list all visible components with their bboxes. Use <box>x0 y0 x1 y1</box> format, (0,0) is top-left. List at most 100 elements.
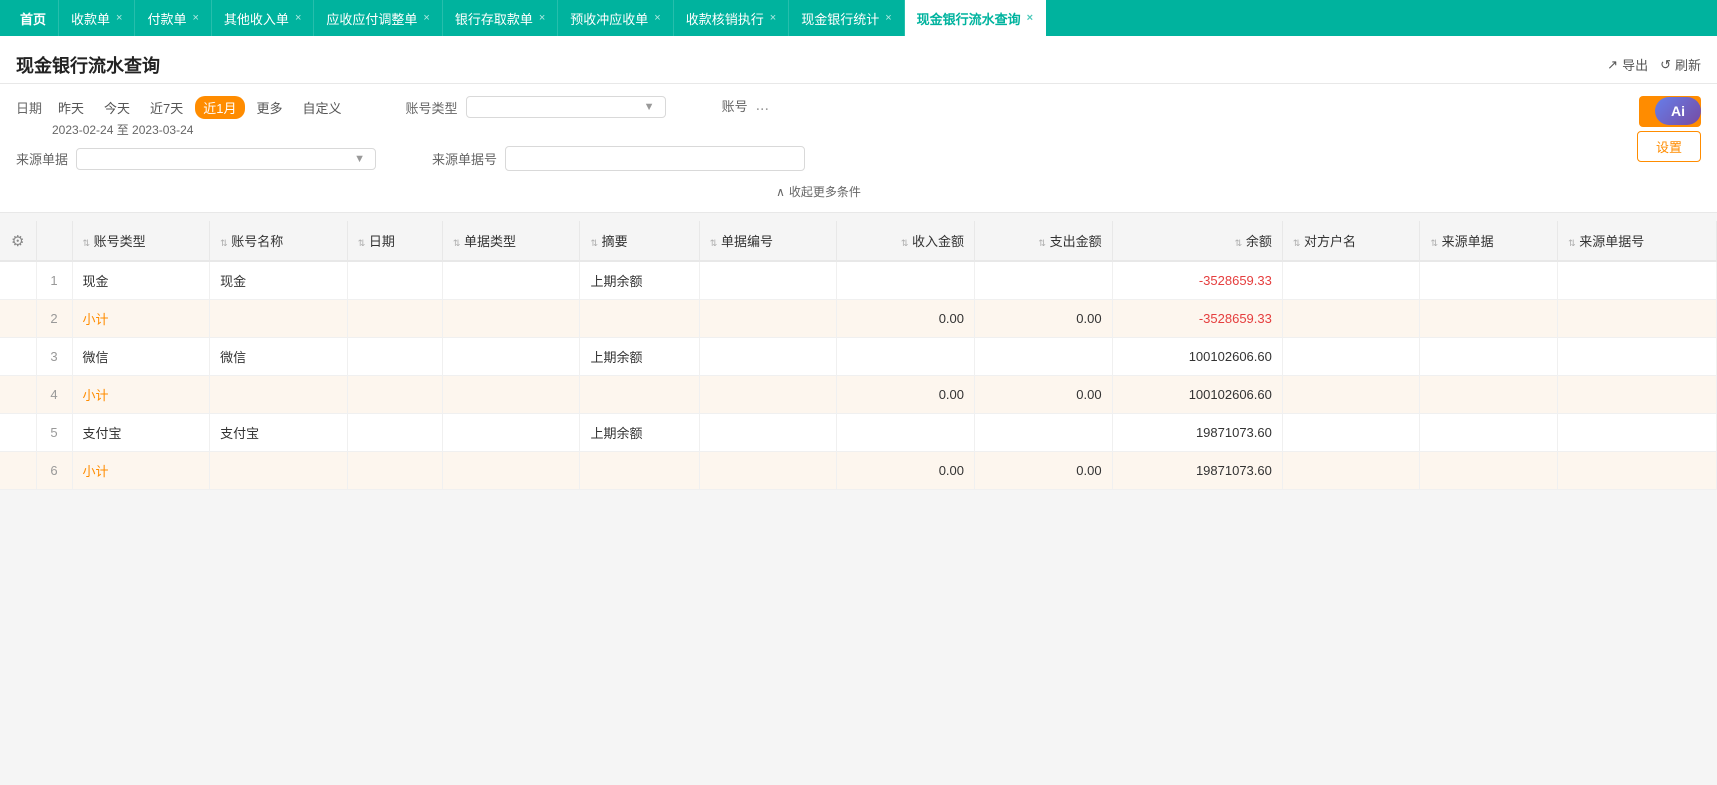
nav-ar-ap-adjust-label: 应收应付调整单 <box>326 9 417 28</box>
top-navigation: 首页 收款单 × 付款单 × 其他收入单 × 应收应付调整单 × 银行存取款单 … <box>0 0 1717 36</box>
nav-payment-close[interactable]: × <box>192 12 198 24</box>
table-body: 1 现金 现金 上期余额 -3528659.33 2 小计 0.00 0.00 … <box>0 261 1717 490</box>
col-account-name[interactable]: ⇅ 账号名称 <box>210 221 348 261</box>
nav-advance-offset-close[interactable]: × <box>654 12 660 24</box>
nav-advance-offset-label: 预收冲应收单 <box>570 9 648 28</box>
row-income <box>837 261 975 300</box>
refresh-button[interactable]: ↺ 刷新 <box>1660 55 1701 74</box>
date-option-custom[interactable]: 自定义 <box>295 96 350 119</box>
nav-receipt-close[interactable]: × <box>116 12 122 24</box>
col-date[interactable]: ⇅ 日期 <box>347 221 442 261</box>
date-option-today[interactable]: 今天 <box>96 96 138 119</box>
table-row[interactable]: 4 小计 0.00 0.00 100102606.60 <box>0 376 1717 414</box>
date-option-7days[interactable]: 近7天 <box>142 96 191 119</box>
row-balance: 100102606.60 <box>1112 338 1282 376</box>
col-summary-sort-icon: ⇅ <box>590 238 598 248</box>
export-button[interactable]: ↗ 导出 <box>1607 55 1648 74</box>
row-summary: 上期余额 <box>580 261 699 300</box>
refresh-icon: ↺ <box>1660 57 1671 73</box>
nav-item-cash-bank-stats[interactable]: 现金银行统计 × <box>789 0 904 36</box>
row-gear-cell <box>0 261 36 300</box>
col-income-label: 收入金额 <box>912 234 964 249</box>
nav-bank-deposit-close[interactable]: × <box>539 12 545 24</box>
nav-ar-ap-adjust-close[interactable]: × <box>423 12 429 24</box>
col-expense-sort-icon: ⇅ <box>1038 238 1046 248</box>
row-date <box>347 414 442 452</box>
col-expense[interactable]: ⇅ 支出金额 <box>975 221 1113 261</box>
refresh-label: 刷新 <box>1675 55 1701 74</box>
row-balance: 19871073.60 <box>1112 414 1282 452</box>
row-account-name: 支付宝 <box>210 414 348 452</box>
source-doc-no-input[interactable] <box>505 146 805 171</box>
settings-button[interactable]: 设置 <box>1637 131 1701 162</box>
col-balance[interactable]: ⇅ 余额 <box>1112 221 1282 261</box>
table-row[interactable]: 2 小计 0.00 0.00 -3528659.33 <box>0 300 1717 338</box>
col-source-doc-no[interactable]: ⇅ 来源单据号 <box>1558 221 1717 261</box>
table-row[interactable]: 1 现金 现金 上期余额 -3528659.33 <box>0 261 1717 300</box>
row-source-doc <box>1420 452 1558 490</box>
row-source-doc <box>1420 414 1558 452</box>
nav-item-bank-deposit[interactable]: 银行存取款单 × <box>443 0 558 36</box>
date-option-1month[interactable]: 近1月 <box>195 96 244 119</box>
nav-item-cash-bank-flow[interactable]: 现金银行流水查询 × <box>905 0 1046 36</box>
account-ellipsis[interactable]: ... <box>756 97 769 115</box>
header-actions: ↗ 导出 ↺ 刷新 <box>1607 55 1701 74</box>
nav-cash-bank-stats-close[interactable]: × <box>885 12 891 24</box>
row-account-type: 小计 <box>72 300 210 338</box>
col-account-type[interactable]: ⇅ 账号类型 <box>72 221 210 261</box>
row-num-cell: 2 <box>36 300 72 338</box>
row-account-type: 现金 <box>72 261 210 300</box>
account-type-select[interactable]: ▼ <box>466 96 666 118</box>
nav-cash-bank-flow-close[interactable]: × <box>1027 12 1033 24</box>
source-doc-select[interactable]: ▼ <box>76 148 376 170</box>
row-doc-no <box>699 376 837 414</box>
row-doc-no <box>699 261 837 300</box>
nav-item-receipt[interactable]: 收款单 × <box>59 0 135 36</box>
row-doc-type <box>442 376 580 414</box>
table-row[interactable]: 5 支付宝 支付宝 上期余额 19871073.60 <box>0 414 1717 452</box>
col-source-doc[interactable]: ⇅ 来源单据 <box>1420 221 1558 261</box>
col-summary[interactable]: ⇅ 摘要 <box>580 221 699 261</box>
row-account-type: 小计 <box>72 376 210 414</box>
col-account-name-label: 账号名称 <box>231 234 283 249</box>
ai-button[interactable]: Ai <box>1655 97 1701 125</box>
nav-item-home[interactable]: 首页 <box>8 0 59 36</box>
nav-write-off-close[interactable]: × <box>770 12 776 24</box>
col-counterparty-label: 对方户名 <box>1304 234 1356 249</box>
table-row[interactable]: 6 小计 0.00 0.00 19871073.60 <box>0 452 1717 490</box>
col-income[interactable]: ⇅ 收入金额 <box>837 221 975 261</box>
table-header-row: ⚙ ⇅ 账号类型 ⇅ 账号名称 ⇅ 日期 ⇅ 单据类型 <box>0 221 1717 261</box>
date-range-display: 2023-02-24 至 2023-03-24 <box>52 123 193 137</box>
page-title: 现金银行流水查询 <box>16 52 160 78</box>
row-income: 0.00 <box>837 300 975 338</box>
date-option-yesterday[interactable]: 昨天 <box>50 96 92 119</box>
row-doc-type <box>442 338 580 376</box>
nav-other-income-close[interactable]: × <box>295 12 301 24</box>
row-summary <box>580 300 699 338</box>
row-account-name <box>210 452 348 490</box>
nav-item-payment[interactable]: 付款单 × <box>135 0 211 36</box>
row-counterparty <box>1282 261 1420 300</box>
col-doc-type[interactable]: ⇅ 单据类型 <box>442 221 580 261</box>
row-source-doc-no <box>1558 376 1717 414</box>
page-header: 现金银行流水查询 ↗ 导出 ↺ 刷新 <box>0 36 1717 84</box>
table-row[interactable]: 3 微信 微信 上期余额 100102606.60 <box>0 338 1717 376</box>
row-income: 0.00 <box>837 452 975 490</box>
date-option-more[interactable]: 更多 <box>249 96 291 119</box>
row-doc-type <box>442 261 580 300</box>
row-account-type: 小计 <box>72 452 210 490</box>
row-balance: 100102606.60 <box>1112 376 1282 414</box>
col-counterparty[interactable]: ⇅ 对方户名 <box>1282 221 1420 261</box>
row-balance: -3528659.33 <box>1112 261 1282 300</box>
nav-item-other-income[interactable]: 其他收入单 × <box>212 0 314 36</box>
collapse-up-icon: ∧ <box>776 185 785 199</box>
row-doc-no <box>699 300 837 338</box>
col-doc-no[interactable]: ⇅ 单据编号 <box>699 221 837 261</box>
gear-icon[interactable]: ⚙ <box>11 233 24 250</box>
row-num-cell: 4 <box>36 376 72 414</box>
nav-item-advance-offset[interactable]: 预收冲应收单 × <box>558 0 673 36</box>
nav-item-write-off[interactable]: 收款核销执行 × <box>674 0 789 36</box>
nav-item-ar-ap-adjust[interactable]: 应收应付调整单 × <box>314 0 442 36</box>
collapse-bar[interactable]: ∧ 收起更多条件 <box>16 179 1621 200</box>
row-source-doc-no <box>1558 338 1717 376</box>
